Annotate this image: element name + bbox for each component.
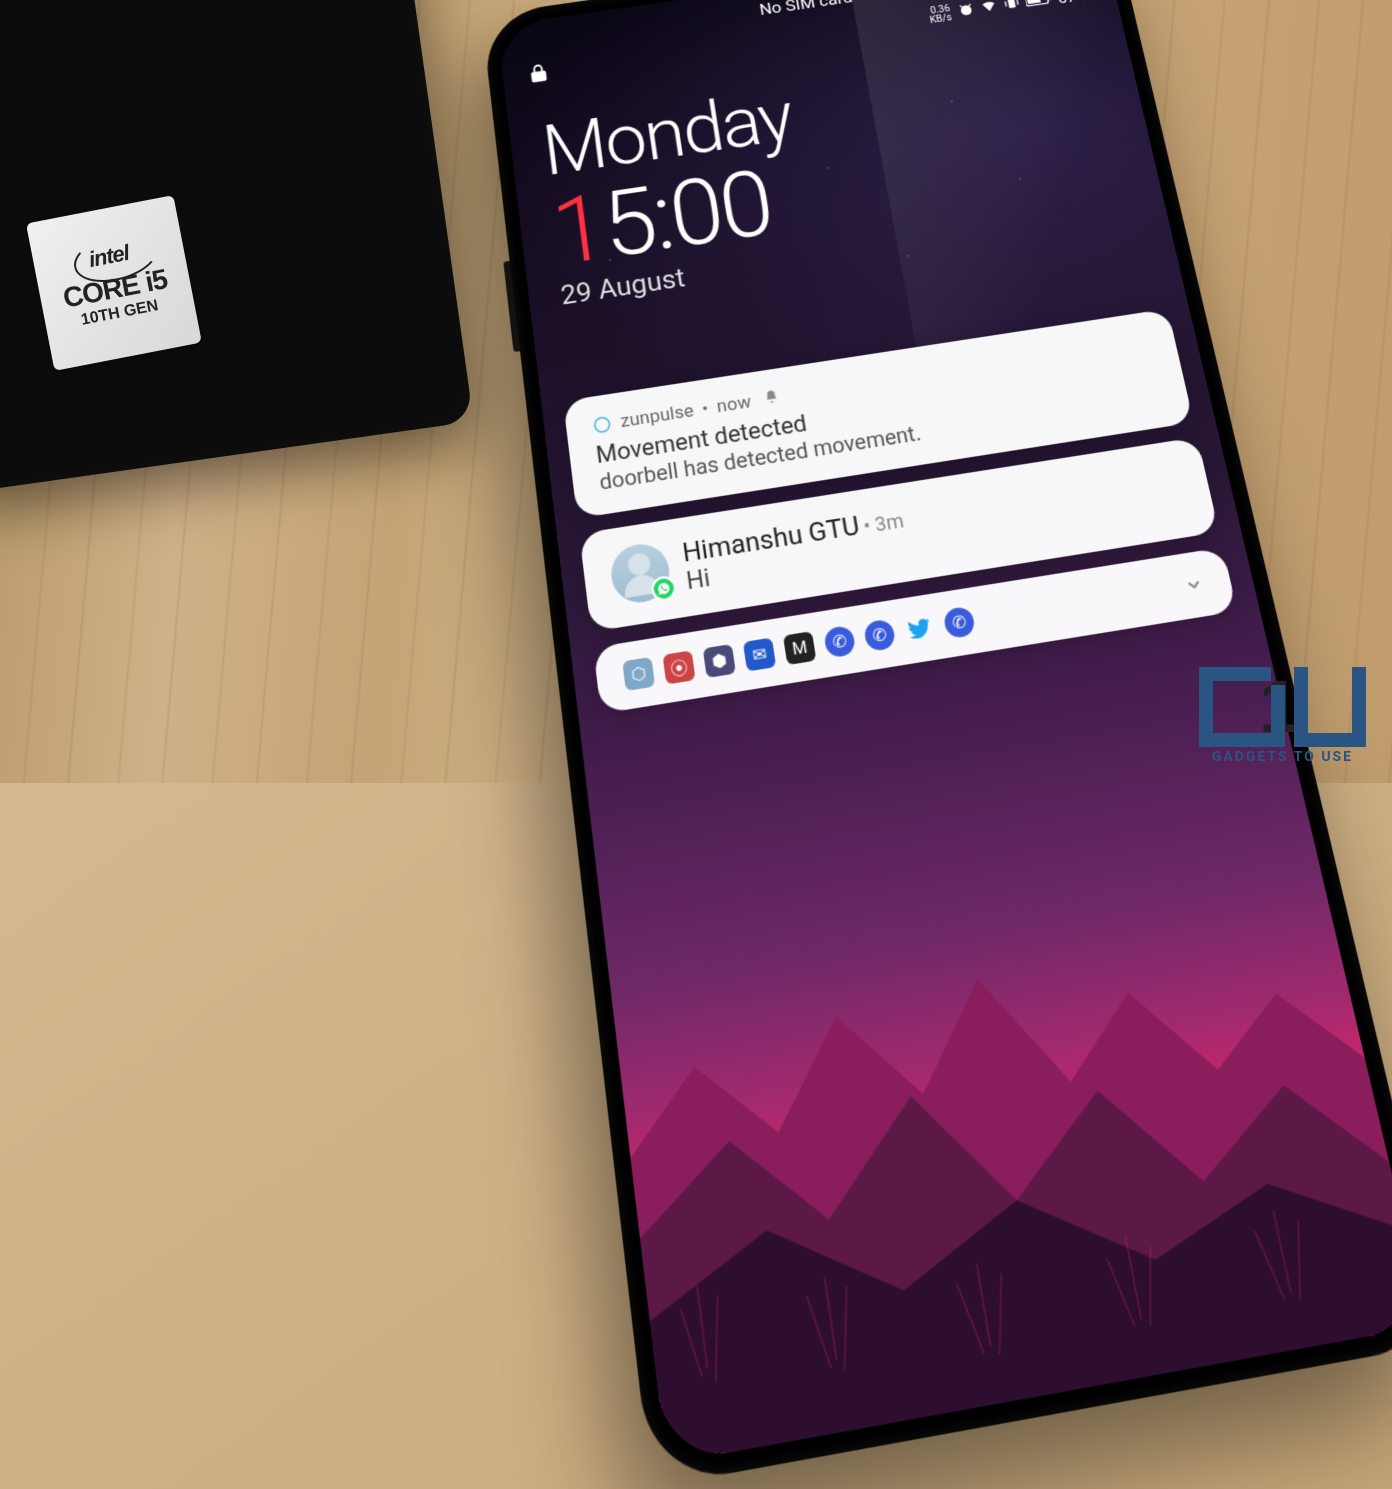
tray-app-icon: ⬡ — [622, 657, 655, 691]
contact-avatar — [608, 540, 673, 606]
tray-app-icon: ✆ — [823, 625, 857, 659]
notification-stack: zunpulse • now Movement detected doorbel… — [563, 309, 1237, 714]
tray-app-icon: ✉ — [743, 638, 776, 672]
notif-app-name: zunpulse — [619, 400, 695, 432]
clock-widget: Monday 15:00 29 August — [538, 76, 818, 312]
zunpulse-app-icon — [591, 414, 613, 436]
notif-time: 3m — [873, 510, 905, 537]
watermark-g-icon — [1199, 667, 1271, 747]
tray-app-icon: ⬢ — [703, 644, 736, 678]
sim-status: No SIM card — [758, 0, 854, 20]
tray-app-icon: ✆ — [942, 606, 976, 640]
mini-pc-box: intel CORE i5 10TH GEN — [0, 0, 474, 494]
intel-sticker: intel CORE i5 10TH GEN — [26, 195, 202, 371]
chevron-down-icon[interactable] — [1182, 573, 1206, 596]
battery-icon — [1024, 0, 1053, 11]
watermark-u-icon — [1294, 667, 1366, 747]
battery-percent: 67% — [1056, 0, 1089, 7]
wallpaper-mountains — [603, 810, 1392, 1464]
intel-brand-logo: intel — [87, 240, 131, 273]
vibrate-icon — [1002, 0, 1022, 15]
wifi-icon — [979, 0, 1001, 18]
whatsapp-icon — [650, 575, 678, 603]
tray-app-icon: ✆ — [863, 618, 897, 652]
tray-app-icon: M — [783, 631, 817, 665]
lock-icon — [526, 61, 551, 85]
network-speed: 0.36 KB/s — [927, 5, 952, 26]
bell-icon — [762, 387, 780, 410]
alarm-icon — [957, 1, 977, 21]
watermark-text: GADGETS TO USE — [1212, 749, 1353, 765]
tray-app-icon: ⦿ — [662, 650, 695, 684]
notif-time: now — [715, 392, 752, 418]
watermark-logo: 1 GADGETS TO USE — [1199, 667, 1366, 765]
twitter-icon — [903, 612, 937, 646]
